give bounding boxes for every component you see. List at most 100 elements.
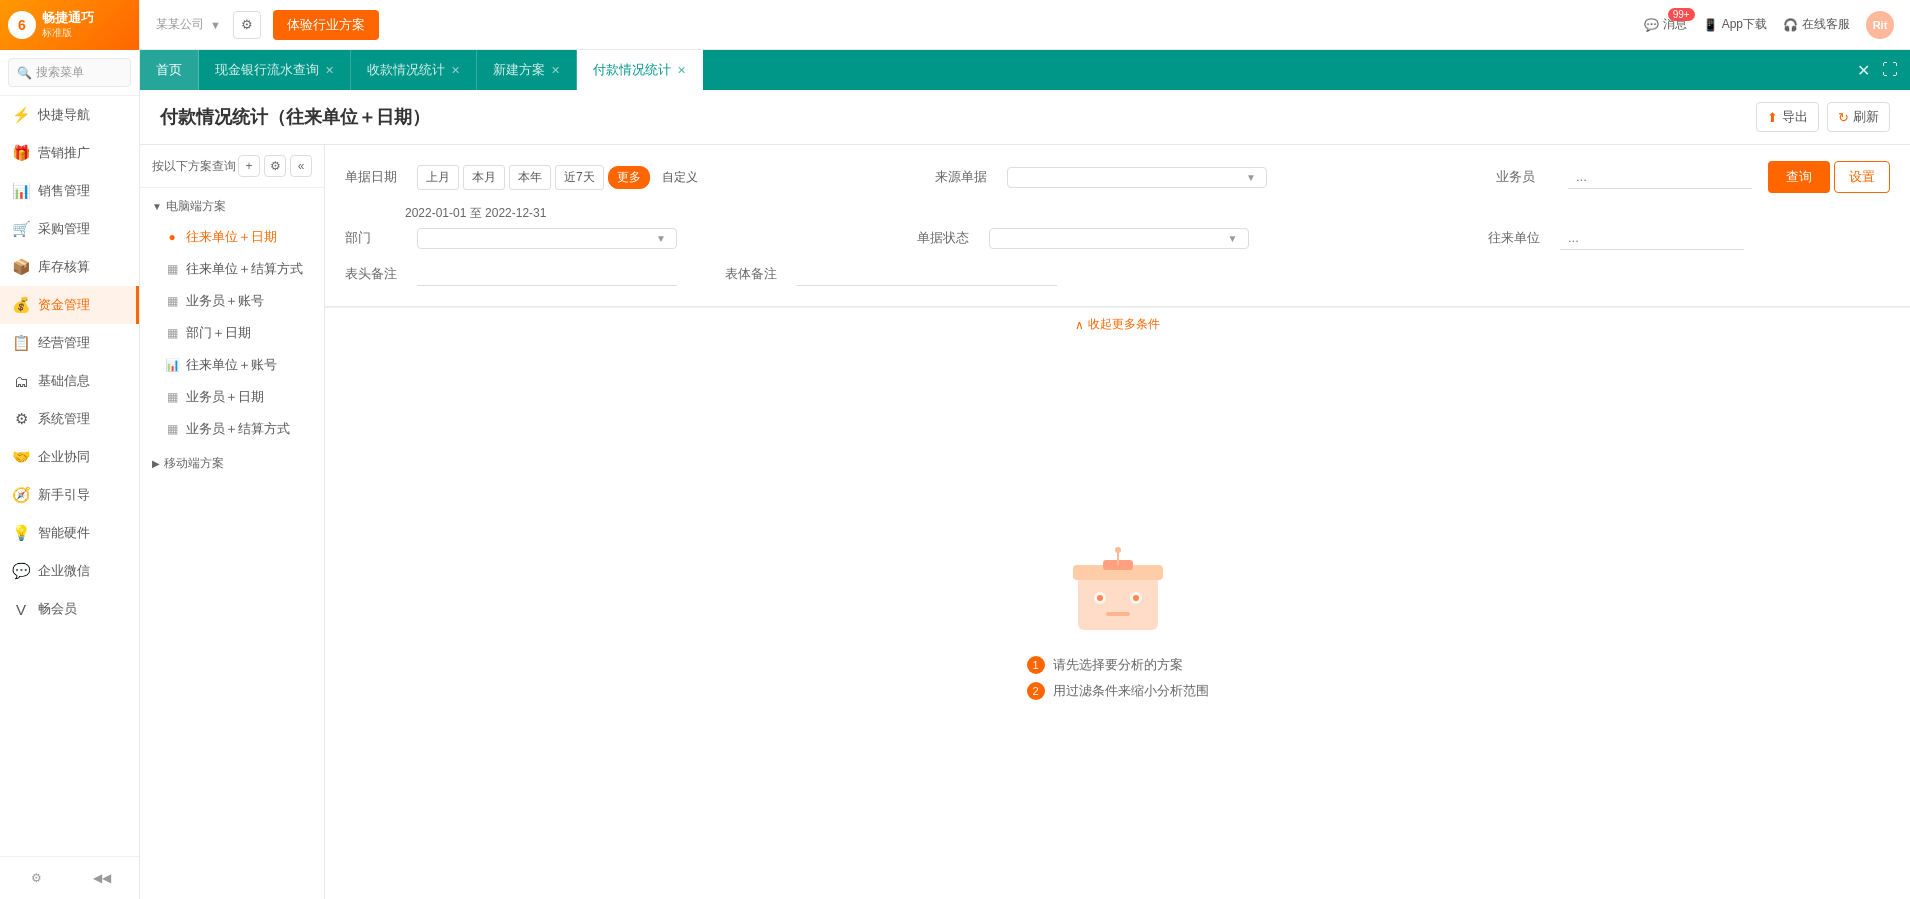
sidebar-item-system[interactable]: ⚙ 系统管理 <box>0 400 139 438</box>
dept-select[interactable]: ▼ <box>417 228 677 249</box>
sidebar-collapse-button[interactable]: ◀◀ <box>74 865 132 891</box>
scheme-item-partner-date[interactable]: ● 往来单位＋日期 <box>140 221 324 253</box>
sidebar-item-label: 经营管理 <box>38 334 90 352</box>
partner-input[interactable] <box>1560 226 1744 250</box>
header-note-input[interactable] <box>417 262 677 286</box>
scheme-item-label: 往来单位＋账号 <box>186 356 277 374</box>
filter-row-3: 表头备注 表体备注 <box>345 262 1890 286</box>
date-this-year-btn[interactable]: 本年 <box>509 165 551 190</box>
tab-payments[interactable]: 付款情况统计 ✕ <box>577 50 703 90</box>
sidebar-item-guide[interactable]: 🧭 新手引导 <box>0 476 139 514</box>
main-area: 某某公司 ▼ ⚙ 体验行业方案 💬 消息 99+ 📱 App下载 🎧 在线客服 … <box>140 0 1910 899</box>
sidebar-item-quicknav[interactable]: ⚡ 快捷导航 <box>0 96 139 134</box>
scheme-group-mobile-title[interactable]: ▶ 移动端方案 <box>140 449 324 478</box>
scheme-item-salesman-settlement[interactable]: ▦ 业务员＋结算方式 <box>140 413 324 445</box>
sidebar-brand: 畅捷通巧 标准版 <box>42 10 94 40</box>
guide-icon: 🧭 <box>12 486 30 504</box>
sidebar-item-hardware[interactable]: 💡 智能硬件 <box>0 514 139 552</box>
avatar[interactable]: Rit <box>1866 11 1894 39</box>
doc-status-select[interactable]: ▼ <box>989 228 1249 249</box>
scheme-panel: 按以下方案查询 + ⚙ « ▼ 电脑端方案 ● 往来单位＋日期 <box>140 145 325 899</box>
trial-btn[interactable]: 体验行业方案 <box>273 10 379 40</box>
sidebar-item-marketing[interactable]: 🎁 营销推广 <box>0 134 139 172</box>
scheme-item-partner-settlement[interactable]: ▦ 往来单位＋结算方式 <box>140 253 324 285</box>
topbar-settings-button[interactable]: ⚙ <box>233 11 261 39</box>
hardware-icon: 💡 <box>12 524 30 542</box>
tabbar: 首页 现金银行流水查询 ✕ 收款情况统计 ✕ 新建方案 ✕ 付款情况统计 ✕ ✕… <box>140 50 1910 90</box>
date-last-month-btn[interactable]: 上月 <box>417 165 459 190</box>
scheme-settings-button[interactable]: ⚙ <box>264 155 286 177</box>
sidebar-footer: ⚙ ◀◀ <box>0 856 139 899</box>
sidebar-item-member[interactable]: V 畅会员 <box>0 590 139 628</box>
notification-button[interactable]: 💬 消息 99+ <box>1644 16 1687 33</box>
sidebar-item-enterprise[interactable]: 🤝 企业协同 <box>0 438 139 476</box>
svg-rect-7 <box>1106 612 1130 616</box>
search-menu-button[interactable]: 🔍 搜索菜单 <box>8 58 131 87</box>
collapse-conditions-btn[interactable]: ∧ 收起更多条件 <box>325 307 1910 341</box>
add-scheme-button[interactable]: + <box>238 155 260 177</box>
sidebar-nav: ⚡ 快捷导航 🎁 营销推广 📊 销售管理 🛒 采购管理 📦 库存核算 💰 资金管… <box>0 96 139 856</box>
body-note-input[interactable] <box>797 262 1057 286</box>
app-download-button[interactable]: 📱 App下载 <box>1703 16 1767 33</box>
scheme-collapse-button[interactable]: « <box>290 155 312 177</box>
empty-svg-icon <box>1058 540 1178 640</box>
app-download-label: App下载 <box>1722 16 1767 33</box>
empty-illustration <box>1058 540 1178 640</box>
tab-payments-close[interactable]: ✕ <box>677 64 686 77</box>
source-doc-arrow-icon: ▼ <box>1246 172 1256 183</box>
sidebar-settings-button[interactable]: ⚙ <box>8 865 66 891</box>
sidebar-item-inventory[interactable]: 📦 库存核算 <box>0 248 139 286</box>
tab-home[interactable]: 首页 <box>140 50 199 90</box>
refresh-label: 刷新 <box>1853 108 1879 126</box>
partner-label: 往来单位 <box>1488 229 1544 247</box>
page-actions: ⬆ 导出 ↻ 刷新 <box>1756 102 1890 132</box>
radio-active-icon: ● <box>164 229 180 245</box>
filter-area: 单据日期 上月 本月 本年 近7天 更多 自定义 来源单据 <box>325 145 1910 307</box>
tab-new-scheme-close[interactable]: ✕ <box>551 64 560 77</box>
tab-receipts[interactable]: 收款情况统计 ✕ <box>351 50 477 90</box>
service-button[interactable]: 🎧 在线客服 <box>1783 16 1850 33</box>
svg-rect-0 <box>1078 575 1158 630</box>
company-selector[interactable]: 某某公司 ▼ <box>156 16 221 33</box>
sidebar-item-label: 采购管理 <box>38 220 90 238</box>
query-button[interactable]: 查询 <box>1768 161 1830 193</box>
sidebar-item-purchase[interactable]: 🛒 采购管理 <box>0 210 139 248</box>
scheme-group-desktop-title[interactable]: ▼ 电脑端方案 <box>140 192 324 221</box>
tab-bank-close[interactable]: ✕ <box>325 64 334 77</box>
date-7days-btn[interactable]: 近7天 <box>555 165 604 190</box>
sidebar-item-basic[interactable]: 🗂 基础信息 <box>0 362 139 400</box>
export-button[interactable]: ⬆ 导出 <box>1756 102 1819 132</box>
logo-icon: 6 <box>8 11 36 39</box>
purchase-icon: 🛒 <box>12 220 30 238</box>
filter-settings-button[interactable]: 设置 <box>1834 161 1890 193</box>
scheme-item-partner-account[interactable]: 📊 往来单位＋账号 <box>140 349 324 381</box>
scheme-group-label: 电脑端方案 <box>166 198 226 215</box>
sidebar-item-finance[interactable]: 💰 资金管理 <box>0 286 139 324</box>
sidebar-search-section: 🔍 搜索菜单 <box>0 50 139 96</box>
sidebar-item-wechat[interactable]: 💬 企业微信 <box>0 552 139 590</box>
doc-status-label: 单据状态 <box>917 229 973 247</box>
empty-tips: 1 请先选择要分析的方案 2 用过滤条件来缩小分析范围 <box>1027 656 1209 700</box>
date-this-month-btn[interactable]: 本月 <box>463 165 505 190</box>
tab-bank[interactable]: 现金银行流水查询 ✕ <box>199 50 351 90</box>
expand-tab-button[interactable]: ⛶ <box>1878 57 1902 83</box>
settings-icon: ⚙ <box>241 17 253 32</box>
date-more-btn[interactable]: 更多 <box>608 166 650 189</box>
scheme-item-salesman-date[interactable]: ▦ 业务员＋日期 <box>140 381 324 413</box>
doc-status-arrow-icon: ▼ <box>1228 233 1238 244</box>
tab-new-scheme[interactable]: 新建方案 ✕ <box>477 50 577 90</box>
enterprise-icon: 🤝 <box>12 448 30 466</box>
scheme-item-dept-date[interactable]: ▦ 部门＋日期 <box>140 317 324 349</box>
tab-receipts-close[interactable]: ✕ <box>451 64 460 77</box>
tab-receipts-label: 收款情况统计 <box>367 61 445 79</box>
source-doc-select[interactable]: ▼ <box>1007 167 1267 188</box>
sidebar-item-operations[interactable]: 📋 经营管理 <box>0 324 139 362</box>
close-all-tabs-button[interactable]: ✕ <box>1853 57 1874 84</box>
notification-badge: 99+ <box>1668 8 1695 21</box>
salesman-input[interactable] <box>1568 165 1752 189</box>
date-custom-btn[interactable]: 自定义 <box>654 166 706 189</box>
scheme-item-salesman-account[interactable]: ▦ 业务员＋账号 <box>140 285 324 317</box>
sidebar-item-sales[interactable]: 📊 销售管理 <box>0 172 139 210</box>
chevron-right-icon: ▶ <box>152 458 160 469</box>
refresh-button[interactable]: ↻ 刷新 <box>1827 102 1890 132</box>
